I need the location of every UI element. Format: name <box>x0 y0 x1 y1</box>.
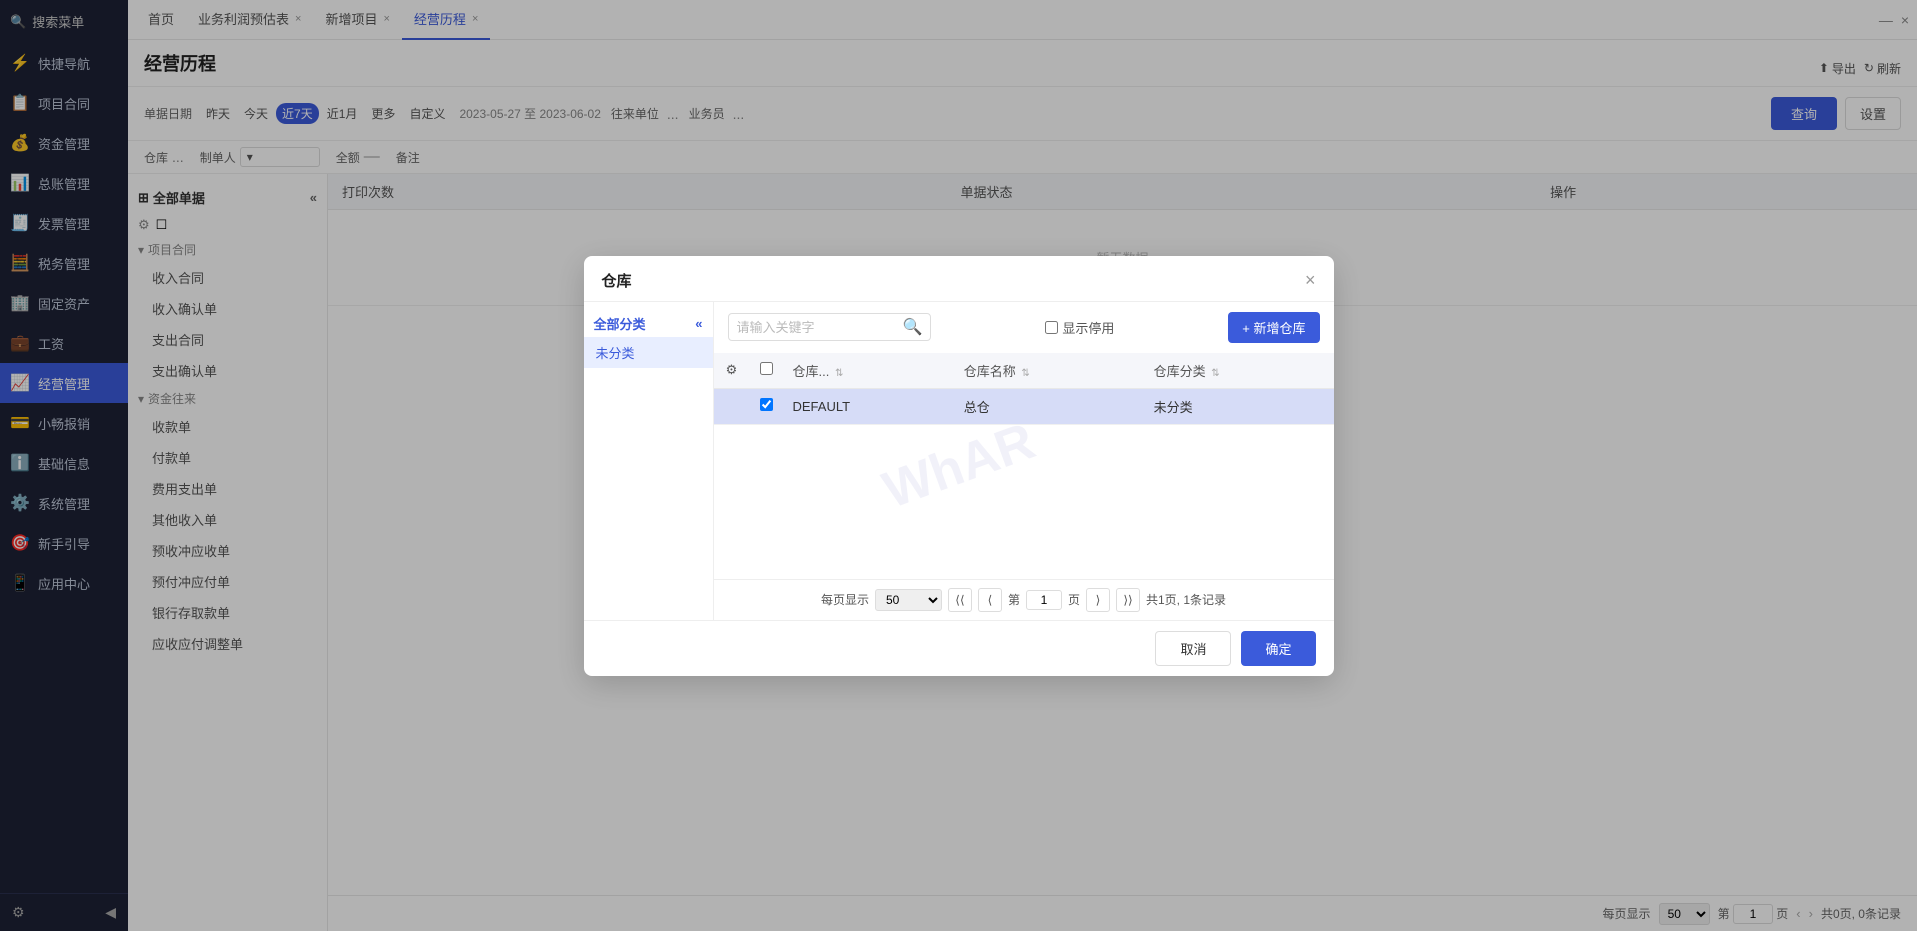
cancel-button[interactable]: 取消 <box>1155 631 1231 666</box>
dialog-search-wrap: 🔍 <box>728 313 932 341</box>
dialog-search-input[interactable] <box>737 320 897 335</box>
dialog-close-button[interactable]: × <box>1305 270 1316 291</box>
page-end-label: 页 <box>1068 591 1080 608</box>
dialog-body: 全部分类 « 未分类 🔍 显示停用 + 新增仓库 <box>584 302 1334 620</box>
show-disabled-text: 显示停用 <box>1062 318 1114 337</box>
page-last-button[interactable]: ⟩⟩ <box>1116 588 1140 612</box>
row-settings <box>714 388 750 424</box>
show-disabled-label[interactable]: 显示停用 <box>1045 318 1114 337</box>
dialog-pagination: 每页显示 50 10 20 100 ⟨⟨ ⟨ 第 页 ⟩ ⟩⟩ 共1页, 1条记… <box>714 579 1334 620</box>
dialog-table: ⚙ 仓库... ⇅ 仓库名称 ⇅ <box>714 353 1334 579</box>
name-sort-icon[interactable]: ⇅ <box>1021 368 1029 379</box>
per-page-label: 每页显示 <box>821 591 869 608</box>
dialog-search-icon[interactable]: 🔍 <box>903 317 923 337</box>
col-name-header: 仓库名称 ⇅ <box>954 353 1144 389</box>
warehouse-table-header: ⚙ 仓库... ⇅ 仓库名称 ⇅ <box>714 353 1334 389</box>
all-categories-label: 全部分类 <box>594 314 646 333</box>
col-check-header <box>750 353 783 389</box>
category-sort-icon[interactable]: ⇅ <box>1211 368 1219 379</box>
page-next-button[interactable]: ⟩ <box>1086 588 1110 612</box>
table-row[interactable]: DEFAULT 总仓 未分类 <box>714 388 1334 424</box>
add-warehouse-button[interactable]: + 新增仓库 <box>1228 312 1319 343</box>
warehouse-table: ⚙ 仓库... ⇅ 仓库名称 ⇅ <box>714 353 1334 425</box>
dialog-per-page-select[interactable]: 50 10 20 100 <box>875 589 942 611</box>
warehouse-dialog: WhAR 仓库 × 全部分类 « 未分类 🔍 <box>584 256 1334 676</box>
col-code-header: 仓库... ⇅ <box>783 353 954 389</box>
col-category-header: 仓库分类 ⇅ <box>1144 353 1334 389</box>
confirm-button[interactable]: 确定 <box>1241 631 1315 666</box>
show-disabled-checkbox[interactable] <box>1045 321 1058 334</box>
code-sort-icon[interactable]: ⇅ <box>835 368 843 379</box>
row-category: 未分类 <box>1144 388 1334 424</box>
row-code: DEFAULT <box>783 388 954 424</box>
col-settings-header: ⚙ <box>714 353 750 389</box>
dialog-collapse-icon[interactable]: « <box>695 316 702 331</box>
dialog-total: 共1页, 1条记录 <box>1146 591 1226 608</box>
page-label: 第 <box>1008 591 1020 608</box>
select-all-checkbox[interactable] <box>760 362 773 375</box>
row-checkbox[interactable] <box>760 398 773 411</box>
dialog-overlay: WhAR 仓库 × 全部分类 « 未分类 🔍 <box>0 0 1917 931</box>
dialog-right: 🔍 显示停用 + 新增仓库 ⚙ <box>714 302 1334 620</box>
dialog-page-input[interactable] <box>1026 590 1062 610</box>
dialog-left-header[interactable]: 全部分类 « <box>584 310 713 337</box>
dialog-actions: 取消 确定 <box>584 620 1334 676</box>
row-name: 总仓 <box>954 388 1144 424</box>
row-check[interactable] <box>750 388 783 424</box>
dialog-toolbar: 🔍 显示停用 + 新增仓库 <box>714 302 1334 353</box>
dialog-cat-uncategorized[interactable]: 未分类 <box>584 337 713 368</box>
page-first-button[interactable]: ⟨⟨ <box>948 588 972 612</box>
page-prev-button[interactable]: ⟨ <box>978 588 1002 612</box>
dialog-header: 仓库 × <box>584 256 1334 302</box>
dialog-title: 仓库 <box>602 270 632 291</box>
dialog-left: 全部分类 « 未分类 <box>584 302 714 620</box>
